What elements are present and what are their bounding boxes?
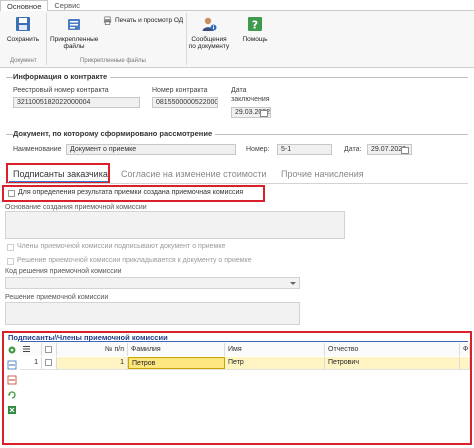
help-button[interactable]: ? Помощь [238, 16, 272, 43]
save-icon [16, 17, 30, 31]
doc-name-field[interactable]: Документ о приемке [66, 144, 236, 155]
row-divider [20, 369, 470, 370]
table-cell-extra[interactable] [460, 357, 470, 369]
col-header-extra[interactable]: Ф [460, 343, 470, 356]
print-preview-label: Печать и просмотр ОД [115, 17, 184, 24]
commission-checkbox-label: Для определения результата приемки созда… [18, 189, 244, 196]
decision-attached-checkbox[interactable] [7, 258, 14, 265]
save-label: Сохранить [6, 36, 40, 43]
decision-code-label: Код решения приемочной комиссии [5, 268, 122, 275]
select-all-checkbox[interactable] [45, 346, 52, 353]
messages-button[interactable]: Сообщения по документу [188, 16, 230, 50]
contract-info-title: Информация о контракте [13, 72, 111, 81]
commission-basis-label: Основание создания приемочной комиссии [5, 204, 147, 211]
ribbon: Сохранить Документ Прикрепленные файлы П… [0, 11, 474, 68]
attached-files-label: Прикрепленные файлы [50, 36, 99, 50]
highlight-tab-box [6, 163, 110, 184]
decision-label: Решение приемочной комиссии [5, 294, 109, 301]
doc-date-label: Дата: [344, 146, 362, 153]
svg-text:?: ? [252, 19, 258, 32]
conclusion-date-label-line1: Дата [231, 87, 247, 94]
settings-icon[interactable] [7, 345, 17, 355]
members-sign-label: Члены приемочной комиссии подписывают до… [17, 243, 226, 250]
grid-menu-header[interactable] [20, 343, 42, 356]
ribbon-tab-service[interactable]: Сервис [48, 0, 86, 11]
contract-number-field[interactable]: 08155000005220000 [152, 97, 218, 108]
doc-date-field[interactable]: 29.07.2022 [367, 144, 412, 155]
menu-icon [23, 346, 30, 352]
save-button[interactable]: Сохранить [4, 16, 42, 43]
grid-title-underline [20, 341, 468, 342]
attached-files-icon [68, 19, 80, 30]
table-row-index: 1 [20, 357, 42, 369]
delete-row-icon[interactable] [7, 375, 17, 385]
help-label: Помощь [242, 36, 268, 43]
doc-name-label: Наименование [13, 146, 62, 153]
tab-other-charges[interactable]: Прочие начисления [281, 166, 364, 182]
grid-select-all-header[interactable] [42, 343, 57, 356]
row-checkbox[interactable] [45, 359, 52, 366]
conclusion-date-label-line2: заключения [231, 96, 270, 103]
ribbon-tab-bar: Основное Сервис [0, 0, 474, 11]
excel-icon[interactable] [7, 405, 17, 415]
commission-checkbox[interactable] [8, 190, 15, 197]
refresh-icon[interactable] [7, 390, 17, 400]
contract-number-label: Номер контракта [152, 87, 208, 94]
col-header-middle-name[interactable]: Отчество [325, 343, 460, 356]
conclusion-date-field[interactable]: 29.03.2022 [231, 107, 271, 118]
tabs-divider [6, 183, 468, 184]
help-icon: ? [248, 17, 262, 32]
members-sign-checkbox[interactable] [7, 244, 14, 251]
decision-field[interactable] [5, 302, 300, 325]
print-icon [103, 16, 112, 25]
table-cell-last-name[interactable]: Петров [128, 357, 225, 369]
decision-attached-label: Решение приемочной комиссии прикладывает… [17, 257, 252, 264]
decision-code-dropdown[interactable] [5, 277, 300, 289]
group-separator [46, 13, 47, 65]
basis-document-title: Документ, по которому сформировано рассм… [13, 129, 216, 138]
col-header-first-name[interactable]: Имя [225, 343, 325, 356]
col-header-num[interactable]: № п/п [57, 343, 128, 356]
group-attached-files-label: Прикрепленные файлы [80, 58, 146, 64]
table-cell-middle-name[interactable]: Петрович [325, 357, 460, 369]
attached-files-button[interactable]: Прикрепленные файлы [50, 16, 98, 50]
table-cell-first-name[interactable]: Петр [225, 357, 325, 369]
reg-number-label: Реестровый номер контракта [13, 87, 109, 94]
group-separator [186, 13, 187, 65]
grid-toolbar [7, 345, 20, 420]
chevron-down-icon [290, 282, 296, 285]
ribbon-tab-main[interactable]: Основное [0, 0, 49, 11]
reg-number-field[interactable]: 3211005182022000004 [13, 97, 140, 108]
group-document-label: Документ [10, 58, 37, 64]
tab-price-change-consent[interactable]: Согласие на изменение стоимости [121, 166, 267, 182]
doc-number-label: Номер: [246, 146, 270, 153]
table-cell-num[interactable]: 1 [57, 357, 128, 369]
messages-label: Сообщения по документу [188, 36, 230, 50]
col-header-last-name[interactable]: Фамилия [128, 343, 225, 356]
print-preview-button[interactable]: Печать и просмотр ОД [103, 16, 185, 25]
commission-basis-field[interactable] [5, 211, 345, 239]
add-row-icon[interactable] [7, 360, 17, 370]
user-info-icon [202, 17, 217, 31]
table-row-checkbox-cell[interactable] [42, 357, 57, 369]
doc-number-field[interactable]: 5-1 [277, 144, 332, 155]
